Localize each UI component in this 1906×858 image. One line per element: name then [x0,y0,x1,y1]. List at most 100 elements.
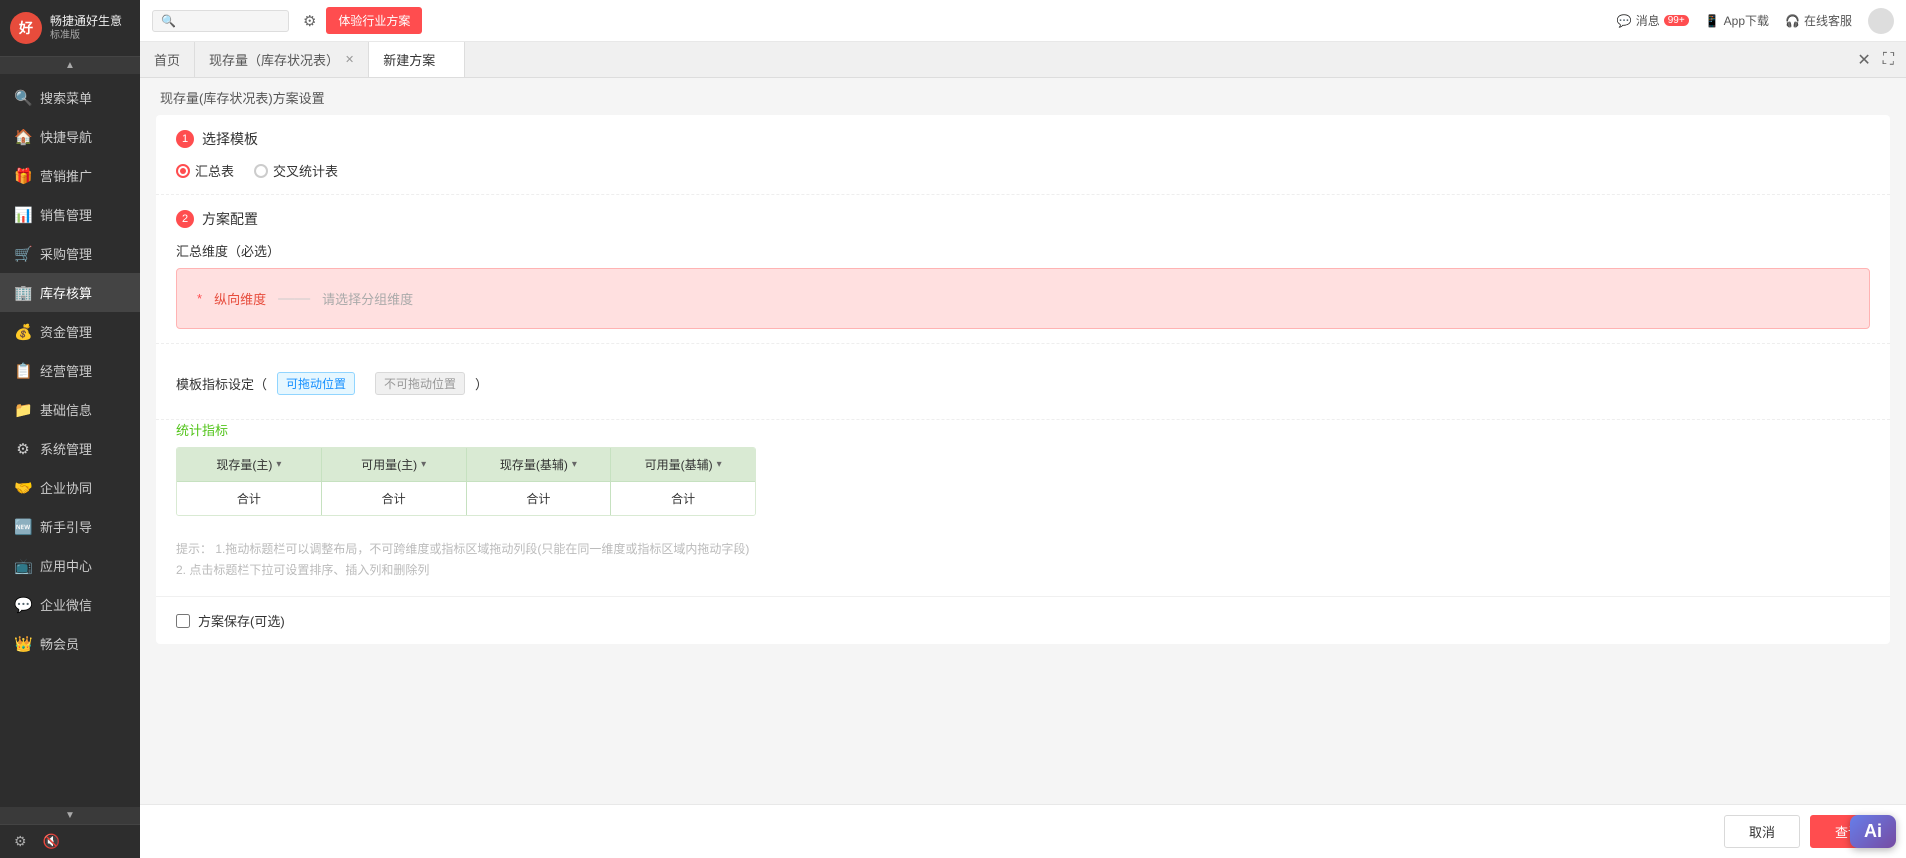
stats-col-header-0[interactable]: 现存量(主) ▾ [177,448,321,482]
main-area: 🔍 ⚙ 体验行业方案 💬 消息 99+ 📱 App下载 🎧 在线客服 首页现存量… [140,0,1906,858]
nav-icon-basic: 📁 [14,401,32,419]
nav-label-inventory: 库存核算 [40,283,92,302]
cancel-button[interactable]: 取消 [1724,815,1800,848]
settings-icon[interactable]: ⚙ [14,833,27,850]
app-download-item[interactable]: 📱 App下载 [1705,12,1769,29]
nav-label-shortcut: 快捷导航 [40,127,92,146]
sidebar-item-guide[interactable]: 🆕新手引导 [0,507,140,546]
close-panel-btn[interactable]: ✕ [1853,48,1874,72]
dimension-label: 汇总维度（必选） [176,241,1870,260]
dimension-box[interactable]: * 纵向维度 —— 请选择分组维度 [176,268,1870,329]
stats-col-body-3: 合计 [611,482,755,515]
sidebar-scroll-down[interactable]: ▼ [0,807,140,824]
nav-label-basic: 基础信息 [40,400,92,419]
dimension-placeholder: 请选择分组维度 [322,289,413,308]
trial-btn[interactable]: 体验行业方案 [326,7,422,34]
sidebar-item-search[interactable]: 🔍搜索菜单 [0,78,140,117]
user-avatar[interactable] [1868,8,1894,34]
nav-label-wechat: 企业微信 [40,595,92,614]
chevron-down-icon-2[interactable]: ▾ [572,459,577,470]
logo-icon: 好 [10,12,42,44]
step1-title: 选择模板 [202,129,258,149]
tab-close-inventory-status[interactable]: ✕ [345,53,354,66]
nav-icon-marketing: 🎁 [14,167,32,185]
sidebar-item-cooperation[interactable]: 🤝企业协同 [0,468,140,507]
nav-icon-sales: 📊 [14,206,32,224]
sidebar-item-sales[interactable]: 📊销售管理 [0,195,140,234]
headphone-icon: 🎧 [1785,14,1800,28]
stats-col-label-2: 现存量(基辅) [500,456,568,473]
ai-float-btn[interactable]: Ai [1850,815,1896,848]
nav-label-search: 搜索菜单 [40,88,92,107]
sidebar-nav: 🔍搜索菜单 🏠 快捷导航 🎁 营销推广 📊销售管理🛒采购管理🏢库存核算💰资金管理📋经营管理… [0,74,140,807]
nav-icon-shortcut: 🏠 [14,128,32,146]
search-box: 🔍 [152,10,289,32]
expand-btn[interactable]: ⛶ [1879,49,1898,71]
logo-text: 畅捷通好生意 标准版 [50,13,122,44]
sidebar-item-purchase[interactable]: 🛒采购管理 [0,234,140,273]
radio-circle-summary [176,164,190,178]
sidebar: 好 畅捷通好生意 标准版 ▲ 🔍搜索菜单 🏠 快捷导航 🎁 营销推广 📊销售管理🛒采购管理… [0,0,140,858]
tab-home[interactable]: 首页 [140,42,195,77]
search-input[interactable] [180,14,280,28]
tab-close-new-plan[interactable]: ✕ [441,53,450,66]
save-checkbox[interactable] [176,614,190,628]
step2-title: 方案配置 [202,209,258,229]
phone-icon: 📱 [1705,14,1720,28]
chevron-down-icon-0[interactable]: ▾ [276,459,281,470]
message-icon: 💬 [1617,14,1632,28]
radio-cross[interactable]: 交叉统计表 [254,161,338,180]
template-options: 汇总表 交叉统计表 [176,161,1870,180]
required-star: * [197,291,202,306]
message-item[interactable]: 💬 消息 99+ [1617,12,1689,29]
tips-section: 提示： 1.拖动标题栏可以调整布局，不可跨维度或指标区域拖动列段(只能在同一维度… [156,530,1890,596]
nav-label-marketing: 营销推广 [40,166,92,185]
step1-header: 1 选择模板 [176,129,1870,149]
message-badge: 99+ [1664,15,1689,26]
stats-col-label-0: 现存量(主) [216,456,272,473]
step1-section: 1 选择模板 汇总表 交叉统计表 [156,115,1890,195]
nav-icon-apps: 📺 [14,557,32,575]
topbar-settings-icon[interactable]: ⚙ [303,12,316,30]
message-label: 消息 [1636,12,1660,29]
sidebar-item-apps[interactable]: 📺应用中心 [0,546,140,585]
tab-new-plan[interactable]: 新建方案✕ [369,42,465,77]
sidebar-item-inventory[interactable]: 🏢库存核算 [0,273,140,312]
nav-label-cooperation: 企业协同 [40,478,92,497]
stats-col-2: 现存量(基辅) ▾ 合计 [467,448,612,515]
sidebar-item-system[interactable]: ⚙系统管理 [0,429,140,468]
tab-inventory-status[interactable]: 现存量（库存状况表）✕ [195,42,369,77]
stats-col-header-3[interactable]: 可用量(基辅) ▾ [611,448,755,482]
sidebar-item-basic[interactable]: 📁 基础信息 [0,390,140,429]
step2-badge: 2 [176,210,194,228]
nav-label-member: 畅会员 [40,634,79,653]
dimension-separator: —— [278,290,310,308]
sidebar-item-finance[interactable]: 💰资金管理 [0,312,140,351]
indicator-section: 模板指标设定（ 可拖动位置 不可拖动位置 ） [156,344,1890,420]
radio-summary[interactable]: 汇总表 [176,161,234,180]
stats-label: 统计指标 [176,420,1870,439]
tabs-right: ✕ ⛶ [1853,48,1906,72]
sidebar-item-marketing[interactable]: 🎁 营销推广 [0,156,140,195]
nav-icon-member: 👑 [14,635,32,653]
chevron-down-icon-1[interactable]: ▾ [421,459,426,470]
sidebar-item-member[interactable]: 👑 畅会员 [0,624,140,663]
stats-header-row: 现存量(主) ▾ 合计 可用量(主) ▾ 合计 现存量(基辅) ▾ 合计 可用量… [177,448,755,515]
stats-col-header-1[interactable]: 可用量(主) ▾ [322,448,466,482]
step2-section: 2 方案配置 汇总维度（必选） * 纵向维度 —— 请选择分组维度 [156,195,1890,344]
indicator-label: 模板指标设定（ [176,374,267,393]
draggable-tag: 可拖动位置 [277,372,355,395]
stats-col-header-2[interactable]: 现存量(基辅) ▾ [467,448,611,482]
sound-icon[interactable]: 🔇 [43,833,60,850]
sidebar-item-wechat[interactable]: 💬 企业微信 [0,585,140,624]
tab-label-home: 首页 [154,50,180,69]
online-support-item[interactable]: 🎧 在线客服 [1785,12,1852,29]
chevron-down-icon-3[interactable]: ▾ [717,459,722,470]
sidebar-item-shortcut[interactable]: 🏠 快捷导航 [0,117,140,156]
stats-table: 现存量(主) ▾ 合计 可用量(主) ▾ 合计 现存量(基辅) ▾ 合计 可用量… [176,447,756,516]
sidebar-scroll-up[interactable]: ▲ [0,57,140,74]
nav-icon-wechat: 💬 [14,596,32,614]
save-row: 方案保存(可选) [156,596,1890,644]
sidebar-item-business[interactable]: 📋经营管理 [0,351,140,390]
stats-col-3: 可用量(基辅) ▾ 合计 [611,448,755,515]
